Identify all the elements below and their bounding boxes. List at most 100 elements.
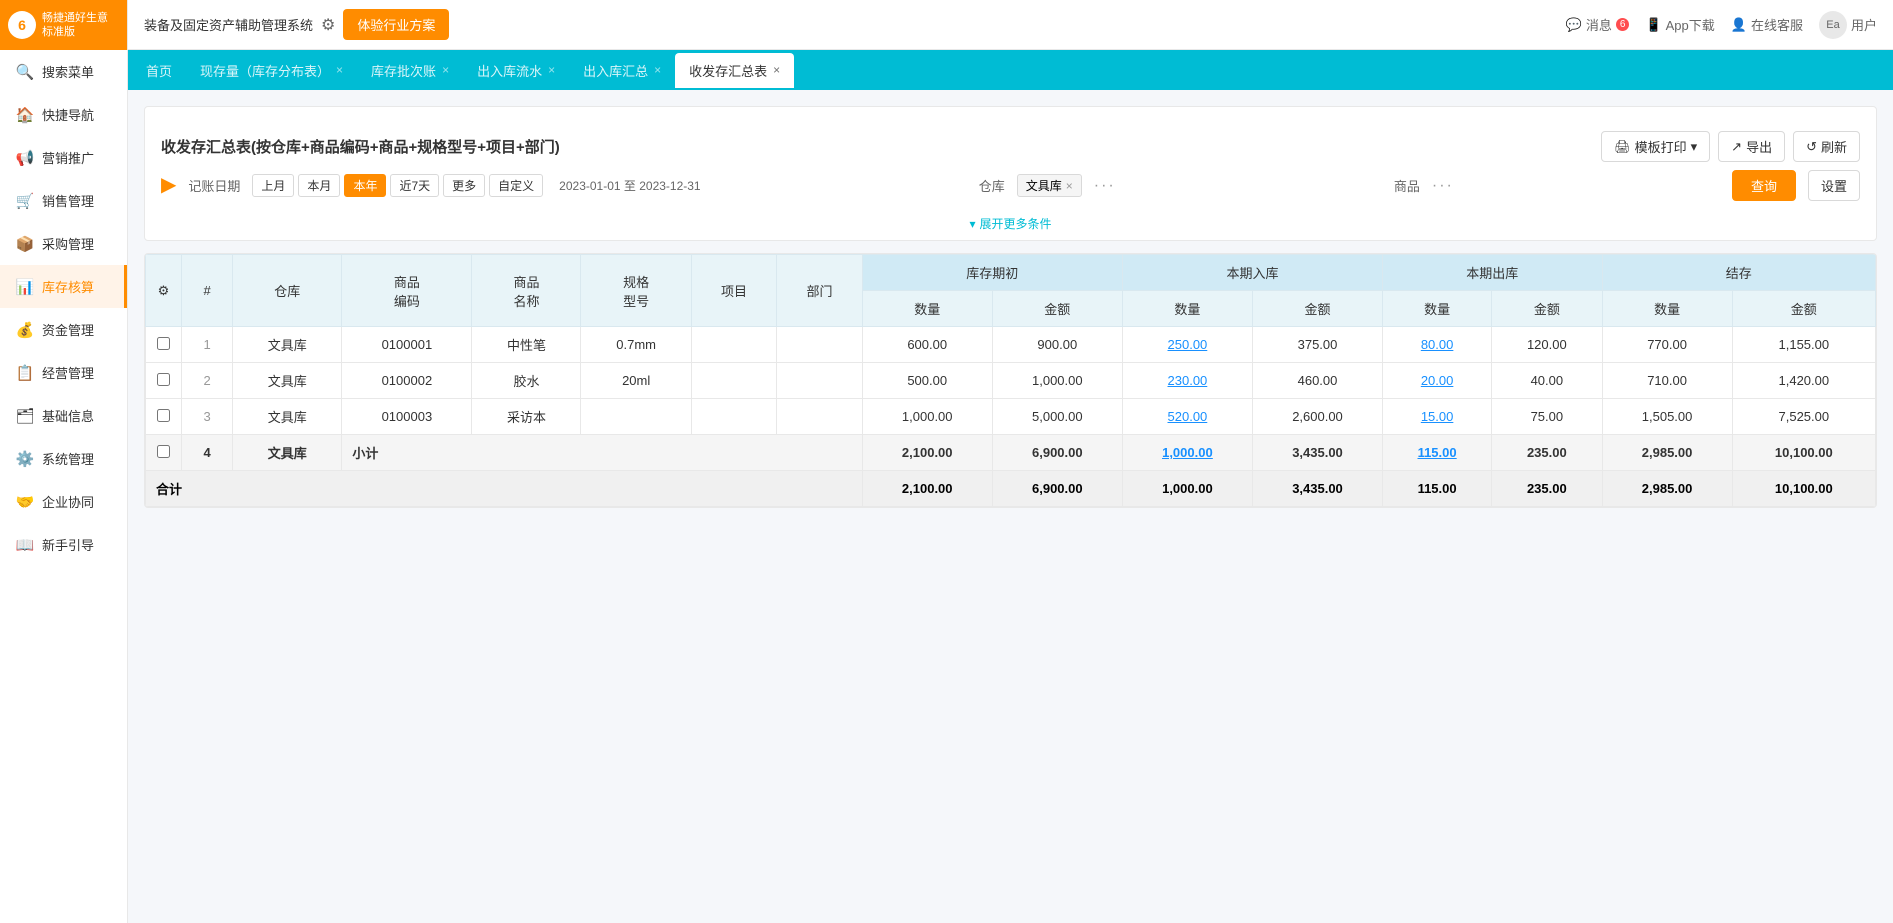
date-btn-this-month[interactable]: 本月 [298, 174, 340, 197]
tab-home[interactable]: 首页 [132, 53, 186, 88]
sidebar-item-sales[interactable]: 🛒销售管理 [0, 179, 127, 222]
row-select[interactable] [157, 337, 170, 350]
refresh-button[interactable]: ↺ 刷新 [1793, 131, 1860, 162]
row-name: 胶水 [472, 363, 581, 399]
subtotal-out-qty[interactable]: 115.00 [1383, 435, 1492, 471]
tab-inventory_dist[interactable]: 现存量（库存分布表） × [186, 53, 357, 88]
app-download-label: App下载 [1666, 15, 1715, 34]
sidebar-item-purchase[interactable]: 📦采购管理 [0, 222, 127, 265]
subtotal-bal-qty: 2,985.00 [1602, 435, 1732, 471]
query-button[interactable]: 查询 [1732, 170, 1796, 201]
subtotal-out-amt: 235.00 [1492, 435, 1602, 471]
online-service-action[interactable]: 👤 在线客服 [1731, 15, 1803, 34]
app-icon: 📱 [1645, 17, 1661, 33]
row-spec: 0.7mm [581, 327, 691, 363]
subtotal-in-qty[interactable]: 1,000.00 [1122, 435, 1252, 471]
row-out-qty[interactable]: 15.00 [1383, 399, 1492, 435]
row-department [777, 327, 862, 363]
message-icon: 💬 [1566, 17, 1582, 33]
col-spec-header: 规格型号 [581, 255, 691, 327]
row-select[interactable] [157, 373, 170, 386]
header-right: 💬 消息 6 📱 App下载 👤 在线客服 Ea 用户 [1566, 11, 1877, 39]
col-index: # [182, 255, 233, 327]
sidebar-label-enterprise: 企业协同 [42, 492, 94, 511]
expand-conditions-button[interactable]: ▾ 展开更多条件 [969, 215, 1051, 232]
date-btn-this-year[interactable]: 本年 [344, 174, 386, 197]
date-btn-last-month[interactable]: 上月 [252, 174, 294, 197]
tab-in_out_flow[interactable]: 出入库流水× [463, 53, 569, 88]
page-content: 收发存汇总表(按仓库+商品编码+商品+规格型号+项目+部门) 🖨 模板打印 ▾ … [128, 90, 1893, 923]
col-opening-amt: 金额 [992, 291, 1122, 327]
col-in-qty: 数量 [1122, 291, 1252, 327]
tab-recv_send_summary[interactable]: 收发存汇总表× [675, 53, 794, 88]
subtotal-index: 4 [182, 435, 233, 471]
tab-close-inventory_dist[interactable]: × [336, 63, 343, 77]
app-download-action[interactable]: 📱 App下载 [1645, 15, 1714, 34]
tab-close-in_out_flow[interactable]: × [548, 63, 555, 77]
query-label: 查询 [1751, 176, 1777, 195]
row-out-qty[interactable]: 80.00 [1383, 327, 1492, 363]
print-button[interactable]: 🖨 模板打印 ▾ [1601, 131, 1710, 162]
date-btn-7days[interactable]: 近7天 [390, 174, 439, 197]
sidebar-nav: 🔍搜索菜单🏠快捷导航📢营销推广🛒销售管理📦采购管理📊库存核算💰资金管理📋经营管理… [0, 50, 127, 566]
col-warehouse-header: 仓库 [233, 255, 342, 327]
tab-batch_ledger[interactable]: 库存批次账× [357, 53, 463, 88]
tab-in_out_summary[interactable]: 出入库汇总× [569, 53, 675, 88]
row-checkbox[interactable] [146, 363, 182, 399]
sidebar-label-basic_info: 基础信息 [42, 406, 94, 425]
settings-button[interactable]: 设置 [1808, 170, 1860, 201]
tab-close-recv_send_summary[interactable]: × [773, 63, 780, 77]
subtotal-select[interactable] [157, 445, 170, 458]
date-btn-more[interactable]: 更多 [443, 174, 485, 197]
system-settings-icon[interactable]: ⚙ [321, 15, 335, 35]
row-in-qty[interactable]: 520.00 [1122, 399, 1252, 435]
tab-close-in_out_summary[interactable]: × [654, 63, 661, 77]
row-checkbox[interactable] [146, 327, 182, 363]
row-open-amt: 900.00 [992, 327, 1122, 363]
sidebar-item-quick_nav[interactable]: 🏠快捷导航 [0, 93, 127, 136]
sidebar-item-finance[interactable]: 💰资金管理 [0, 308, 127, 351]
col-settings[interactable]: ⚙ [146, 255, 182, 327]
row-in-qty[interactable]: 250.00 [1122, 327, 1252, 363]
filter-bar: ▶ 记账日期 上月 本月 本年 近7天 更多 自定义 [161, 170, 1860, 232]
total-label: 合计 [146, 471, 863, 507]
row-out-qty[interactable]: 20.00 [1383, 363, 1492, 399]
subtotal-open-amt: 6,900.00 [992, 435, 1122, 471]
row-in-qty[interactable]: 230.00 [1122, 363, 1252, 399]
row-open-amt: 1,000.00 [992, 363, 1122, 399]
guide-icon: 📖 [16, 536, 34, 554]
goods-dots[interactable]: ··· [1432, 177, 1454, 195]
page-header-actions: 🖨 模板打印 ▾ ↗ 导出 ↺ 刷新 [1601, 131, 1860, 162]
date-btn-custom[interactable]: 自定义 [489, 174, 543, 197]
filter-fields: 记账日期 上月 本月 本年 近7天 更多 自定义 2023-01-01 至 20… [188, 170, 1860, 201]
sidebar-item-enterprise[interactable]: 🤝企业协同 [0, 480, 127, 523]
row-bal-qty: 770.00 [1602, 327, 1732, 363]
tab-close-batch_ledger[interactable]: × [442, 63, 449, 77]
col-code-header: 商品编码 [342, 255, 472, 327]
row-index: 1 [182, 327, 233, 363]
print-icon: 🖨 [1614, 139, 1631, 155]
filter-expand-arrow[interactable]: ▶ [161, 172, 176, 197]
refresh-label: 刷新 [1821, 137, 1847, 156]
sidebar-item-search[interactable]: 🔍搜索菜单 [0, 50, 127, 93]
subtotal-checkbox[interactable] [146, 435, 182, 471]
sidebar-item-basic_info[interactable]: 🗂基础信息 [0, 394, 127, 437]
header-left: 装备及固定资产辅助管理系统 ⚙ 体验行业方案 [144, 9, 449, 40]
message-action[interactable]: 💬 消息 6 [1566, 15, 1630, 34]
row-code: 0100002 [342, 363, 472, 399]
trial-button[interactable]: 体验行业方案 [343, 9, 449, 40]
user-action[interactable]: Ea 用户 [1819, 11, 1877, 39]
sidebar-item-system[interactable]: ⚙️系统管理 [0, 437, 127, 480]
sidebar-item-inventory[interactable]: 📊库存核算 [0, 265, 127, 308]
warehouse-tag-close[interactable]: × [1066, 179, 1073, 193]
row-checkbox[interactable] [146, 399, 182, 435]
subtotal-row: 4 文具库 小计 2,100.00 6,900.00 1,000.00 3,43… [146, 435, 1876, 471]
row-select[interactable] [157, 409, 170, 422]
tab-label-inventory_dist: 现存量（库存分布表） [200, 61, 330, 80]
export-button[interactable]: ↗ 导出 [1718, 131, 1785, 162]
warehouse-dots[interactable]: ··· [1094, 177, 1116, 195]
sidebar-item-marketing[interactable]: 📢营销推广 [0, 136, 127, 179]
sidebar-item-operations[interactable]: 📋经营管理 [0, 351, 127, 394]
settings-label: 设置 [1821, 176, 1847, 195]
sidebar-item-guide[interactable]: 📖新手引导 [0, 523, 127, 566]
